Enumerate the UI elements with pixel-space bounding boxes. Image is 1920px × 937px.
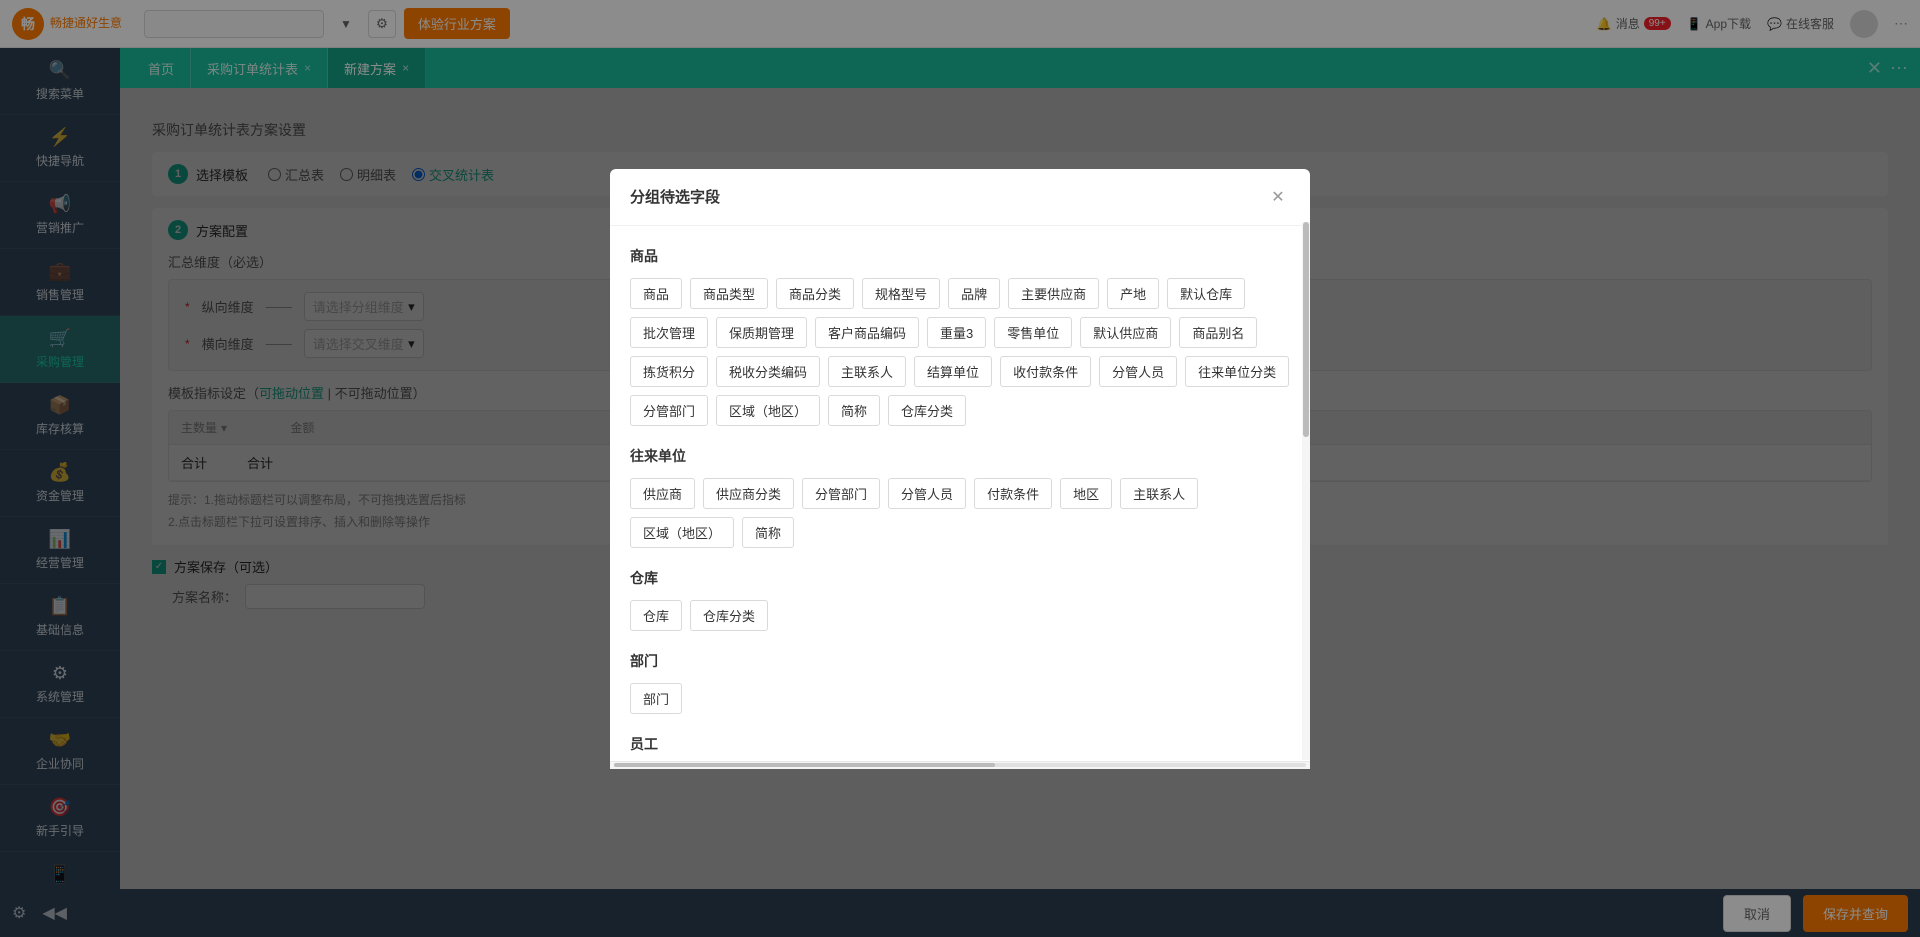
field-grid-warehouse: 仓库 仓库分类 <box>630 600 1290 631</box>
field-group-partner: 往来单位 供应商 供应商分类 分管部门 分管人员 付款条件 地区 主联系人 区域… <box>630 446 1290 548</box>
field-tag[interactable]: 主要供应商 <box>1008 278 1099 309</box>
modal-close-button[interactable]: ✕ <box>1266 185 1290 209</box>
field-tag[interactable]: 商品 <box>630 278 682 309</box>
field-tag[interactable]: 地区 <box>1060 478 1112 509</box>
field-tag[interactable]: 主联系人 <box>1120 478 1198 509</box>
field-group-product: 商品 商品 商品类型 商品分类 规格型号 品牌 主要供应商 产地 默认仓库 批次… <box>630 246 1290 426</box>
field-tag[interactable]: 商品别名 <box>1179 317 1257 348</box>
field-tag[interactable]: 仓库分类 <box>888 395 966 426</box>
field-tag[interactable]: 简称 <box>828 395 880 426</box>
field-tag[interactable]: 拣货积分 <box>630 356 708 387</box>
field-tag[interactable]: 区域（地区） <box>716 395 820 426</box>
field-tag[interactable]: 仓库分类 <box>690 600 768 631</box>
vertical-scrollbar[interactable] <box>1302 222 1310 760</box>
field-tag[interactable]: 客户商品编码 <box>815 317 919 348</box>
field-tag[interactable]: 分管部门 <box>802 478 880 509</box>
field-tag[interactable]: 批次管理 <box>630 317 708 348</box>
horizontal-scrollbar[interactable] <box>610 761 1310 768</box>
field-group-title-employee: 员工 <box>630 734 1290 754</box>
field-tag[interactable]: 零售单位 <box>994 317 1072 348</box>
field-tag[interactable]: 仓库 <box>630 600 682 631</box>
modal-overlay: 分组待选字段 ✕ 商品 商品 商品类型 商品分类 规格型号 品牌 主要供应商 产… <box>0 0 1920 937</box>
field-tag[interactable]: 默认供应商 <box>1080 317 1171 348</box>
modal-header: 分组待选字段 ✕ <box>610 169 1310 226</box>
field-group-title-product: 商品 <box>630 246 1290 266</box>
field-tag[interactable]: 分管人员 <box>888 478 966 509</box>
field-grid-partner: 供应商 供应商分类 分管部门 分管人员 付款条件 地区 主联系人 区域（地区） … <box>630 478 1290 548</box>
field-tag[interactable]: 收付款条件 <box>1000 356 1091 387</box>
field-tag[interactable]: 主联系人 <box>828 356 906 387</box>
field-group-warehouse: 仓库 仓库 仓库分类 <box>630 568 1290 631</box>
field-group-title-warehouse: 仓库 <box>630 568 1290 588</box>
modal-title: 分组待选字段 <box>630 186 720 207</box>
field-tag[interactable]: 产地 <box>1107 278 1159 309</box>
field-group-title-partner: 往来单位 <box>630 446 1290 466</box>
field-grid-department: 部门 <box>630 683 1290 714</box>
field-tag[interactable]: 区域（地区） <box>630 517 734 548</box>
field-tag[interactable]: 结算单位 <box>914 356 992 387</box>
field-tag[interactable]: 供应商 <box>630 478 695 509</box>
modal-dialog: 分组待选字段 ✕ 商品 商品 商品类型 商品分类 规格型号 品牌 主要供应商 产… <box>610 169 1310 769</box>
field-tag[interactable]: 税收分类编码 <box>716 356 820 387</box>
field-tag[interactable]: 品牌 <box>948 278 1000 309</box>
modal-body[interactable]: 商品 商品 商品类型 商品分类 规格型号 品牌 主要供应商 产地 默认仓库 批次… <box>610 226 1310 762</box>
field-tag[interactable]: 简称 <box>742 517 794 548</box>
field-group-employee: 员工 业务员 <box>630 734 1290 762</box>
field-grid-product: 商品 商品类型 商品分类 规格型号 品牌 主要供应商 产地 默认仓库 批次管理 … <box>630 278 1290 426</box>
field-tag[interactable]: 部门 <box>630 683 682 714</box>
field-tag[interactable]: 规格型号 <box>862 278 940 309</box>
field-group-department: 部门 部门 <box>630 651 1290 714</box>
field-tag[interactable]: 分管部门 <box>630 395 708 426</box>
field-tag[interactable]: 分管人员 <box>1099 356 1177 387</box>
field-tag[interactable]: 默认仓库 <box>1167 278 1245 309</box>
field-tag[interactable]: 保质期管理 <box>716 317 807 348</box>
field-tag[interactable]: 商品类型 <box>690 278 768 309</box>
field-tag[interactable]: 商品分类 <box>776 278 854 309</box>
field-tag[interactable]: 往来单位分类 <box>1185 356 1289 387</box>
field-group-title-department: 部门 <box>630 651 1290 671</box>
field-tag[interactable]: 付款条件 <box>974 478 1052 509</box>
field-tag[interactable]: 供应商分类 <box>703 478 794 509</box>
field-tag[interactable]: 重量3 <box>927 317 986 348</box>
